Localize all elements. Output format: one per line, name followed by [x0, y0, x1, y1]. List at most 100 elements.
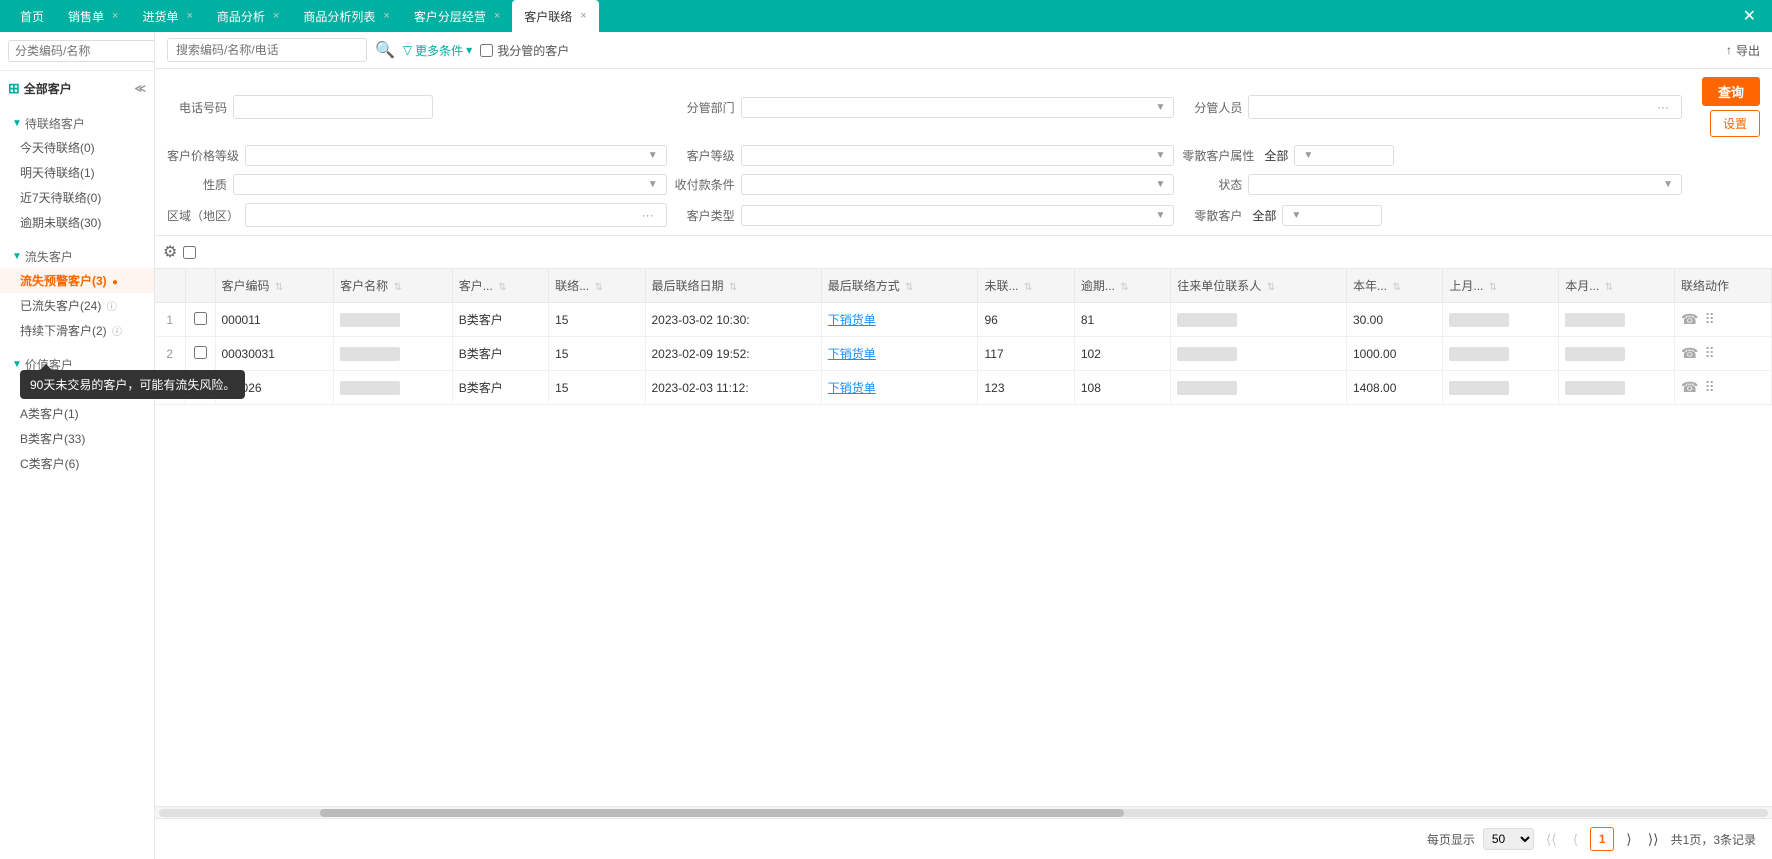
phone-input[interactable] [233, 95, 433, 119]
manager-ellipsis[interactable]: ··· [1653, 100, 1673, 114]
filter-search-input[interactable] [167, 38, 367, 62]
col-last-date: 最后联络日期 ⇅ [645, 269, 821, 303]
next-page-button[interactable]: ⟩ [1622, 829, 1635, 850]
col-company-contacts: 往来单位联系人 ⇅ [1171, 269, 1347, 303]
table-gear-button[interactable]: ⚙ [163, 242, 177, 262]
row-last-date: 2023-02-03 11:12: [645, 371, 821, 405]
scroll-thumb[interactable] [320, 809, 1125, 817]
row-num: 1 [155, 303, 185, 337]
tab-customer-contact-close[interactable]: × [580, 10, 586, 22]
tab-sales-close[interactable]: × [112, 10, 118, 22]
tab-analysis-close[interactable]: × [273, 10, 279, 22]
action-more-icon[interactable]: ⠿ [1705, 311, 1715, 328]
settings-button[interactable]: 设置 [1710, 110, 1760, 137]
type-sort-icon: ⇅ [498, 282, 506, 293]
row-checkbox[interactable] [194, 312, 207, 325]
sidebar-item-7days[interactable]: 近7天待联络(0) [0, 185, 154, 210]
adv-filter-row-2: 客户价格等级 ▼ 客户等级 ▼ 零散客户属性 全部 [167, 145, 1760, 166]
current-page-display: 1 [1590, 827, 1614, 851]
tab-analysis-list-close[interactable]: × [383, 10, 389, 22]
advanced-filter-panel: 电话号码 分管部门 ▼ 分管人员 ··· [155, 69, 1772, 236]
sidebar-pending-header[interactable]: ▼ 待联络客户 [0, 110, 154, 135]
sidebar-item-c-class[interactable]: C类客户(6) [0, 451, 154, 476]
sidebar-item-overdue[interactable]: 逾期未联络(30) [0, 210, 154, 235]
dept-select[interactable]: ▼ [741, 97, 1175, 118]
sidebar-item-b-class[interactable]: B类客户(33) [0, 426, 154, 451]
sidebar-item-today[interactable]: 今天待联络(0) [0, 135, 154, 160]
tab-analysis-list[interactable]: 商品分析列表 × [291, 0, 401, 32]
gender-select[interactable]: ▼ [233, 174, 667, 195]
horizontal-scrollbar[interactable] [155, 806, 1772, 818]
lost-triangle-icon: ▼ [12, 251, 22, 262]
first-page-button[interactable]: ⟨⟨ [1542, 829, 1561, 850]
export-button[interactable]: ↑ 导出 [1726, 42, 1760, 59]
row-last-method-link[interactable]: 下销货单 [828, 347, 876, 361]
tab-purchase[interactable]: 进货单 × [130, 0, 204, 32]
select-all-checkbox[interactable] [183, 246, 196, 259]
action-contact-icon[interactable]: ☎ [1681, 345, 1698, 362]
no-contact-sort-icon: ⇅ [1024, 282, 1032, 293]
tab-purchase-close[interactable]: × [186, 10, 192, 22]
row-name-blurred [340, 347, 400, 361]
customer-level-arrow: ▼ [1155, 150, 1165, 161]
action-more-icon[interactable]: ⠿ [1705, 345, 1715, 362]
status-label: 状态 [1182, 176, 1242, 193]
action-contact-icon[interactable]: ☎ [1681, 379, 1698, 396]
sidebar-search-area: 🔍 [0, 32, 154, 71]
tab-customer-tier-close[interactable]: × [494, 10, 500, 22]
sidebar-all-customers[interactable]: ⊞ 全部客户 ≪ [0, 75, 154, 102]
query-button[interactable]: 查询 [1702, 77, 1760, 106]
gender-arrow: ▼ [648, 179, 658, 190]
tab-customer-tier[interactable]: 客户分层经营 × [402, 0, 512, 32]
filter-field-gender: 性质 ▼ [167, 174, 667, 195]
row-checkbox[interactable] [194, 346, 207, 359]
retail-attr-select[interactable]: ▼ [1294, 145, 1394, 166]
sidebar-collapse-btn[interactable]: ≪ [134, 82, 146, 95]
row-this-month-blurred [1565, 381, 1625, 395]
tab-home[interactable]: 首页 [8, 0, 56, 32]
sidebar-item-declining[interactable]: 持续下滑客户(2) ⓘ [0, 318, 154, 343]
retail-customer-select[interactable]: ▼ [1282, 205, 1382, 226]
region-select[interactable]: ··· [245, 203, 667, 227]
sidebar-lost-header[interactable]: ▼ 流失客户 [0, 243, 154, 268]
row-this-month [1559, 303, 1675, 337]
row-this-month [1559, 371, 1675, 405]
filter-search-button[interactable]: 🔍 [375, 40, 395, 60]
tab-sales[interactable]: 销售单 × [56, 0, 130, 32]
sidebar-item-tomorrow[interactable]: 明天待联络(1) [0, 160, 154, 185]
my-customer-checkbox-label[interactable]: 我分管的客户 [480, 42, 569, 59]
action-contact-icon[interactable]: ☎ [1681, 311, 1698, 328]
page-size-select[interactable]: 50 100 200 [1483, 828, 1534, 850]
row-last-month [1443, 371, 1559, 405]
last-page-button[interactable]: ⟩⟩ [1644, 829, 1663, 850]
manager-select[interactable]: ··· [1248, 95, 1682, 119]
company-contacts-sort-icon: ⇅ [1267, 282, 1275, 293]
payment-select[interactable]: ▼ [741, 174, 1175, 195]
customer-type-arrow: ▼ [1155, 210, 1165, 221]
window-close-button[interactable]: ✕ [1735, 2, 1764, 30]
scroll-track[interactable] [159, 809, 1768, 817]
tab-customer-contact[interactable]: 客户联络 × [512, 0, 598, 32]
sidebar-tooltip: 90天未交易的客户，可能有流失风险。 [20, 370, 155, 399]
status-select[interactable]: ▼ [1248, 174, 1682, 195]
sidebar-search-input[interactable] [8, 40, 155, 62]
tab-analysis[interactable]: 商品分析 × [205, 0, 291, 32]
my-customer-checkbox[interactable] [480, 44, 493, 57]
row-last-method-link[interactable]: 下销货单 [828, 381, 876, 395]
sidebar-item-at-risk[interactable]: 流失预警客户(3) ● [0, 268, 154, 293]
retail-customer-arrow: ▼ [1291, 210, 1301, 221]
price-level-select[interactable]: ▼ [245, 145, 667, 166]
region-ellipsis[interactable]: ··· [638, 208, 658, 222]
sidebar-item-lost[interactable]: 已流失客户(24) ⓘ [0, 293, 154, 318]
row-overdue: 81 [1074, 303, 1170, 337]
filter-field-retail-customer: 零散客户 全部 ▼ [1182, 205, 1682, 226]
price-level-arrow: ▼ [648, 150, 658, 161]
more-filter-button[interactable]: ▽ 更多条件 ▾ [403, 42, 472, 59]
customer-level-select[interactable]: ▼ [741, 145, 1175, 166]
customer-type-select[interactable]: ▼ [741, 205, 1175, 226]
row-last-method-link[interactable]: 下销货单 [828, 313, 876, 327]
prev-page-button[interactable]: ⟨ [1569, 829, 1582, 850]
sidebar-item-a-class[interactable]: A类客户(1) [0, 401, 154, 426]
action-more-icon[interactable]: ⠿ [1705, 379, 1715, 396]
retail-customer-label: 零散客户 [1182, 207, 1242, 224]
